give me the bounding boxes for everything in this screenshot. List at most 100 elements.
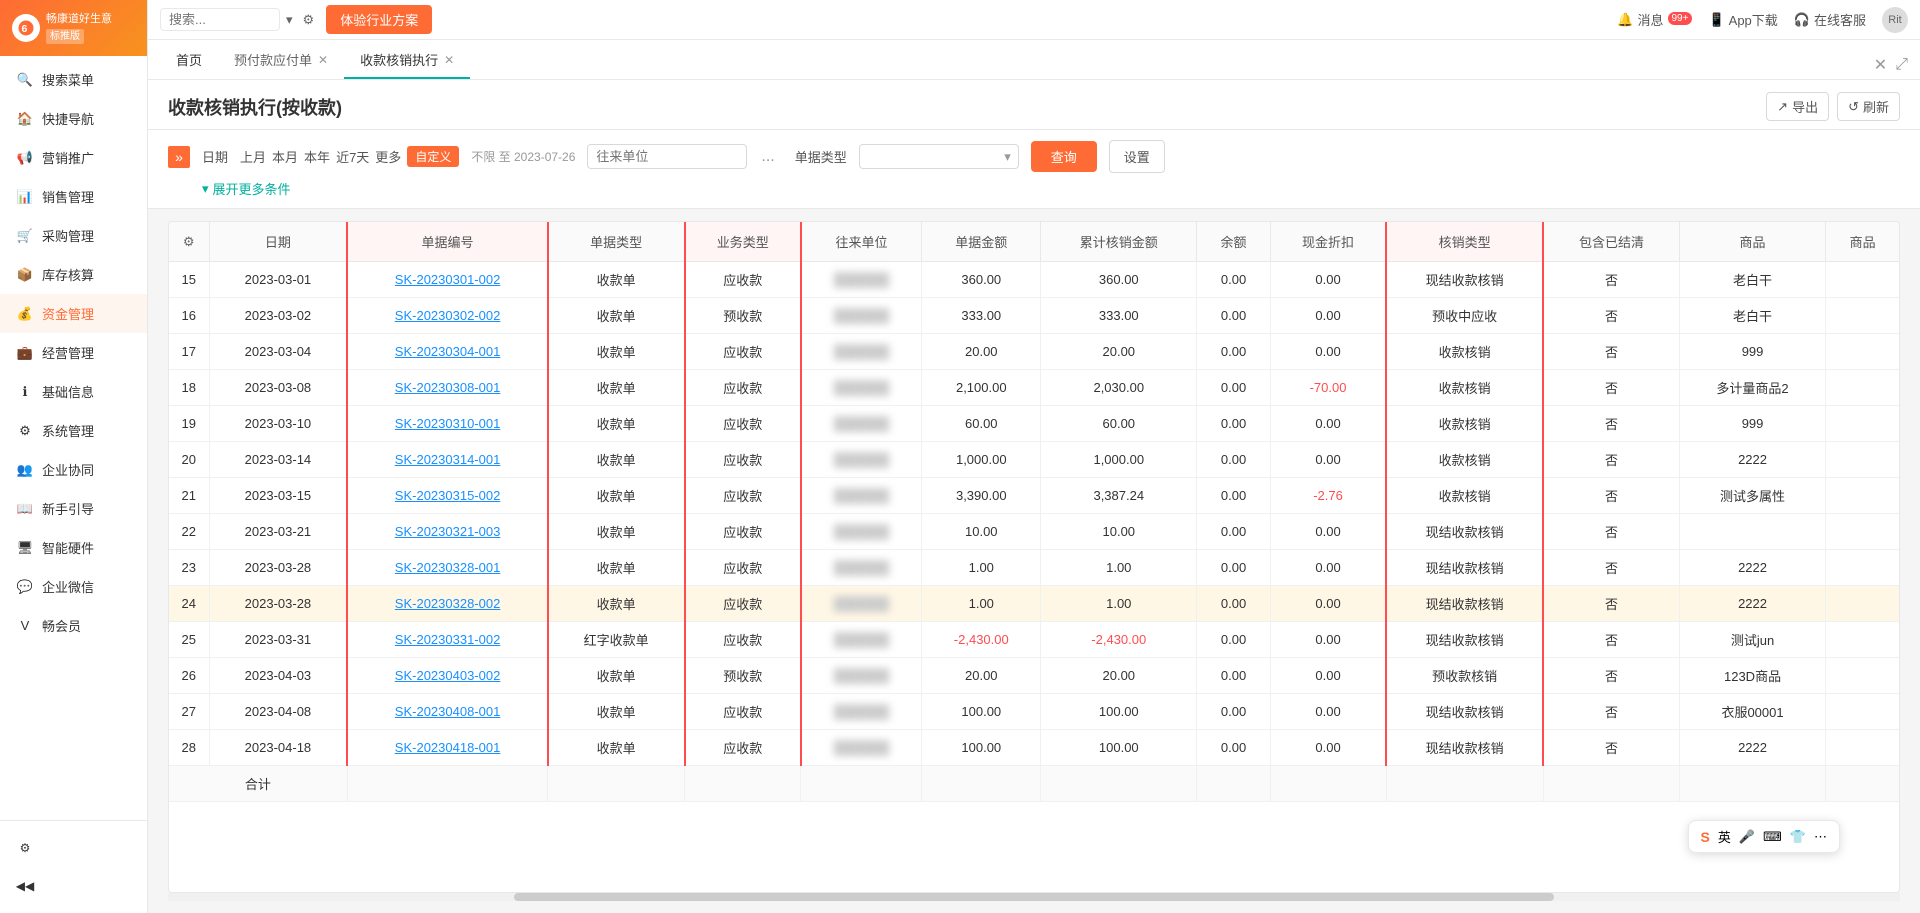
sidebar-item-search[interactable]: 🔍 搜索菜单 — [0, 60, 147, 99]
bill-no-link[interactable]: SK-20230302-002 — [395, 308, 501, 323]
ime-mic-icon[interactable]: 🎤 — [1739, 829, 1755, 845]
bill-no-link[interactable]: SK-20230304-001 — [395, 344, 501, 359]
table-row[interactable]: 21 2023-03-15 SK-20230315-002 收款单 应收款 ██… — [169, 478, 1899, 514]
table-row[interactable]: 19 2023-03-10 SK-20230310-001 收款单 应收款 ██… — [169, 406, 1899, 442]
td-goods: 2222 — [1679, 586, 1826, 622]
filter-toggle-button[interactable]: » — [168, 146, 190, 168]
td-amount: 360.00 — [922, 262, 1041, 298]
filter-custom-button[interactable]: 自定义 — [407, 146, 459, 167]
horizontal-scrollbar[interactable] — [168, 893, 1900, 901]
td-writeoff-type: 现结收款核销 — [1386, 262, 1543, 298]
tab-close-all-icon[interactable]: ✕ — [1874, 55, 1887, 75]
ime-keyboard-icon[interactable]: ⌨ — [1763, 829, 1782, 845]
filter-last-month[interactable]: 上月 — [240, 147, 266, 166]
bill-no-link[interactable]: SK-20230310-001 — [395, 416, 501, 431]
bill-no-link[interactable]: SK-20230301-002 — [395, 272, 501, 287]
query-button[interactable]: 查询 — [1031, 141, 1097, 172]
filter-more[interactable]: 更多 — [375, 147, 401, 166]
sidebar-item-member[interactable]: V 畅会员 — [0, 606, 147, 645]
filter-type-label: 单据类型 — [795, 147, 847, 166]
user-avatar[interactable]: Rit — [1882, 7, 1908, 33]
table-row[interactable]: 17 2023-03-04 SK-20230304-001 收款单 应收款 ██… — [169, 334, 1899, 370]
sidebar-settings[interactable]: ⚙ — [0, 829, 147, 867]
topbar-gear-icon[interactable]: ⚙ — [303, 12, 315, 28]
sidebar-item-system[interactable]: ⚙ 系统管理 — [0, 411, 147, 450]
bill-no-link[interactable]: SK-20230328-001 — [395, 560, 501, 575]
tab-writeoff-close[interactable]: ✕ — [444, 53, 454, 67]
table-wrapper[interactable]: ⚙ 日期 单据编号 单据类型 业务类型 往来单位 单据金额 累计核销金额 余额 … — [168, 221, 1900, 893]
table-row[interactable]: 22 2023-03-21 SK-20230321-003 收款单 应收款 ██… — [169, 514, 1899, 550]
ime-more-icon[interactable]: ⋯ — [1814, 829, 1827, 845]
app-download-item[interactable]: 📱 App下载 — [1708, 10, 1777, 29]
th-goods: 商品 — [1679, 222, 1826, 262]
scrollbar-thumb[interactable] — [514, 893, 1553, 901]
filter-type-select[interactable] — [859, 144, 1019, 169]
online-service-item[interactable]: 🎧 在线客服 — [1794, 10, 1866, 29]
export-button[interactable]: ↗ 导出 — [1766, 92, 1829, 121]
td-date: 2023-03-04 — [209, 334, 347, 370]
table-row[interactable]: 27 2023-04-08 SK-20230408-001 收款单 应收款 ██… — [169, 694, 1899, 730]
table-row[interactable]: 15 2023-03-01 SK-20230301-002 收款单 应收款 ██… — [169, 262, 1899, 298]
filter-this-month[interactable]: 本月 — [272, 147, 298, 166]
filter-unit-dots[interactable]: ... — [761, 148, 774, 166]
topbar-search-input[interactable] — [160, 8, 280, 31]
table-row[interactable]: 28 2023-04-18 SK-20230418-001 收款单 应收款 ██… — [169, 730, 1899, 766]
tab-writeoff[interactable]: 收款核销执行 ✕ — [344, 42, 470, 79]
td-bill-type: 收款单 — [548, 658, 685, 694]
table-row[interactable]: 25 2023-03-31 SK-20230331-002 红字收款单 应收款 … — [169, 622, 1899, 658]
tab-expand-icon[interactable]: ⤢ — [1895, 56, 1908, 74]
tab-home[interactable]: 首页 — [160, 42, 218, 79]
column-gear-icon[interactable]: ⚙ — [183, 234, 195, 249]
filter-unit-input[interactable] — [587, 144, 747, 169]
bill-no-link[interactable]: SK-20230328-002 — [395, 596, 501, 611]
table-row[interactable]: 18 2023-03-08 SK-20230308-001 收款单 应收款 ██… — [169, 370, 1899, 406]
solution-button[interactable]: 体验行业方案 — [326, 5, 432, 34]
bill-no-link[interactable]: SK-20230403-002 — [395, 668, 501, 683]
tab-prepay-close[interactable]: ✕ — [318, 53, 328, 67]
td-biz-type: 预收款 — [685, 658, 801, 694]
table-row[interactable]: 26 2023-04-03 SK-20230403-002 收款单 预收款 ██… — [169, 658, 1899, 694]
sidebar-item-guide[interactable]: 📖 新手引导 — [0, 489, 147, 528]
sidebar-item-basic[interactable]: ℹ 基础信息 — [0, 372, 147, 411]
sidebar-item-operation[interactable]: 💼 经营管理 — [0, 333, 147, 372]
bill-no-link[interactable]: SK-20230331-002 — [395, 632, 501, 647]
td-bill-no: SK-20230408-001 — [347, 694, 547, 730]
sidebar-collapse[interactable]: ◀◀ — [0, 867, 147, 905]
unit-value: ██████ — [834, 704, 889, 719]
td-biz-type: 应收款 — [685, 694, 801, 730]
sidebar-item-hardware[interactable]: 🖥 智能硬件 — [0, 528, 147, 567]
table-row[interactable]: 16 2023-03-02 SK-20230302-002 收款单 预收款 ██… — [169, 298, 1899, 334]
bill-no-link[interactable]: SK-20230314-001 — [395, 452, 501, 467]
notifications-item[interactable]: 🔔 消息 99+ — [1617, 10, 1692, 29]
bill-no-link[interactable]: SK-20230315-002 — [395, 488, 501, 503]
filter-this-year[interactable]: 本年 — [304, 147, 330, 166]
sidebar-item-inventory[interactable]: 📦 库存核算 — [0, 255, 147, 294]
tab-prepay[interactable]: 预付款应付单 ✕ — [218, 42, 344, 79]
page-title: 收款核销执行(按收款) — [168, 94, 342, 120]
filter-7days[interactable]: 近7天 — [336, 147, 369, 166]
bill-no-link[interactable]: SK-20230418-001 — [395, 740, 501, 755]
td-goods2 — [1826, 334, 1899, 370]
td-writeoff-type: 收款核销 — [1386, 442, 1543, 478]
table-row[interactable]: 24 2023-03-28 SK-20230328-002 收款单 应收款 ██… — [169, 586, 1899, 622]
ime-shirt-icon[interactable]: 👕 — [1790, 829, 1806, 845]
table-row[interactable]: 20 2023-03-14 SK-20230314-001 收款单 应收款 ██… — [169, 442, 1899, 478]
bill-no-link[interactable]: SK-20230408-001 — [395, 704, 501, 719]
sidebar-item-marketing[interactable]: 📢 营销推广 — [0, 138, 147, 177]
sidebar-item-enterprise[interactable]: 👥 企业协同 — [0, 450, 147, 489]
sidebar-item-quick-nav[interactable]: 🏠 快捷导航 — [0, 99, 147, 138]
refresh-button[interactable]: ↺ 刷新 — [1837, 92, 1900, 121]
bill-no-link[interactable]: SK-20230321-003 — [395, 524, 501, 539]
sidebar-item-purchase[interactable]: 🛒 采购管理 — [0, 216, 147, 255]
table-row[interactable]: 23 2023-03-28 SK-20230328-001 收款单 应收款 ██… — [169, 550, 1899, 586]
td-discount: 0.00 — [1271, 622, 1387, 658]
td-amount: -2,430.00 — [922, 622, 1041, 658]
settings-button[interactable]: 设置 — [1109, 140, 1165, 173]
topbar-dropdown-icon[interactable]: ▾ — [286, 12, 293, 28]
sidebar-item-finance[interactable]: 💰 资金管理 — [0, 294, 147, 333]
sidebar-item-sales[interactable]: 📊 销售管理 — [0, 177, 147, 216]
sidebar-item-wechat[interactable]: 💬 企业微信 — [0, 567, 147, 606]
bill-no-link[interactable]: SK-20230308-001 — [395, 380, 501, 395]
expand-conditions[interactable]: ▾ 展开更多条件 — [202, 179, 1900, 198]
td-biz-type: 应收款 — [685, 334, 801, 370]
